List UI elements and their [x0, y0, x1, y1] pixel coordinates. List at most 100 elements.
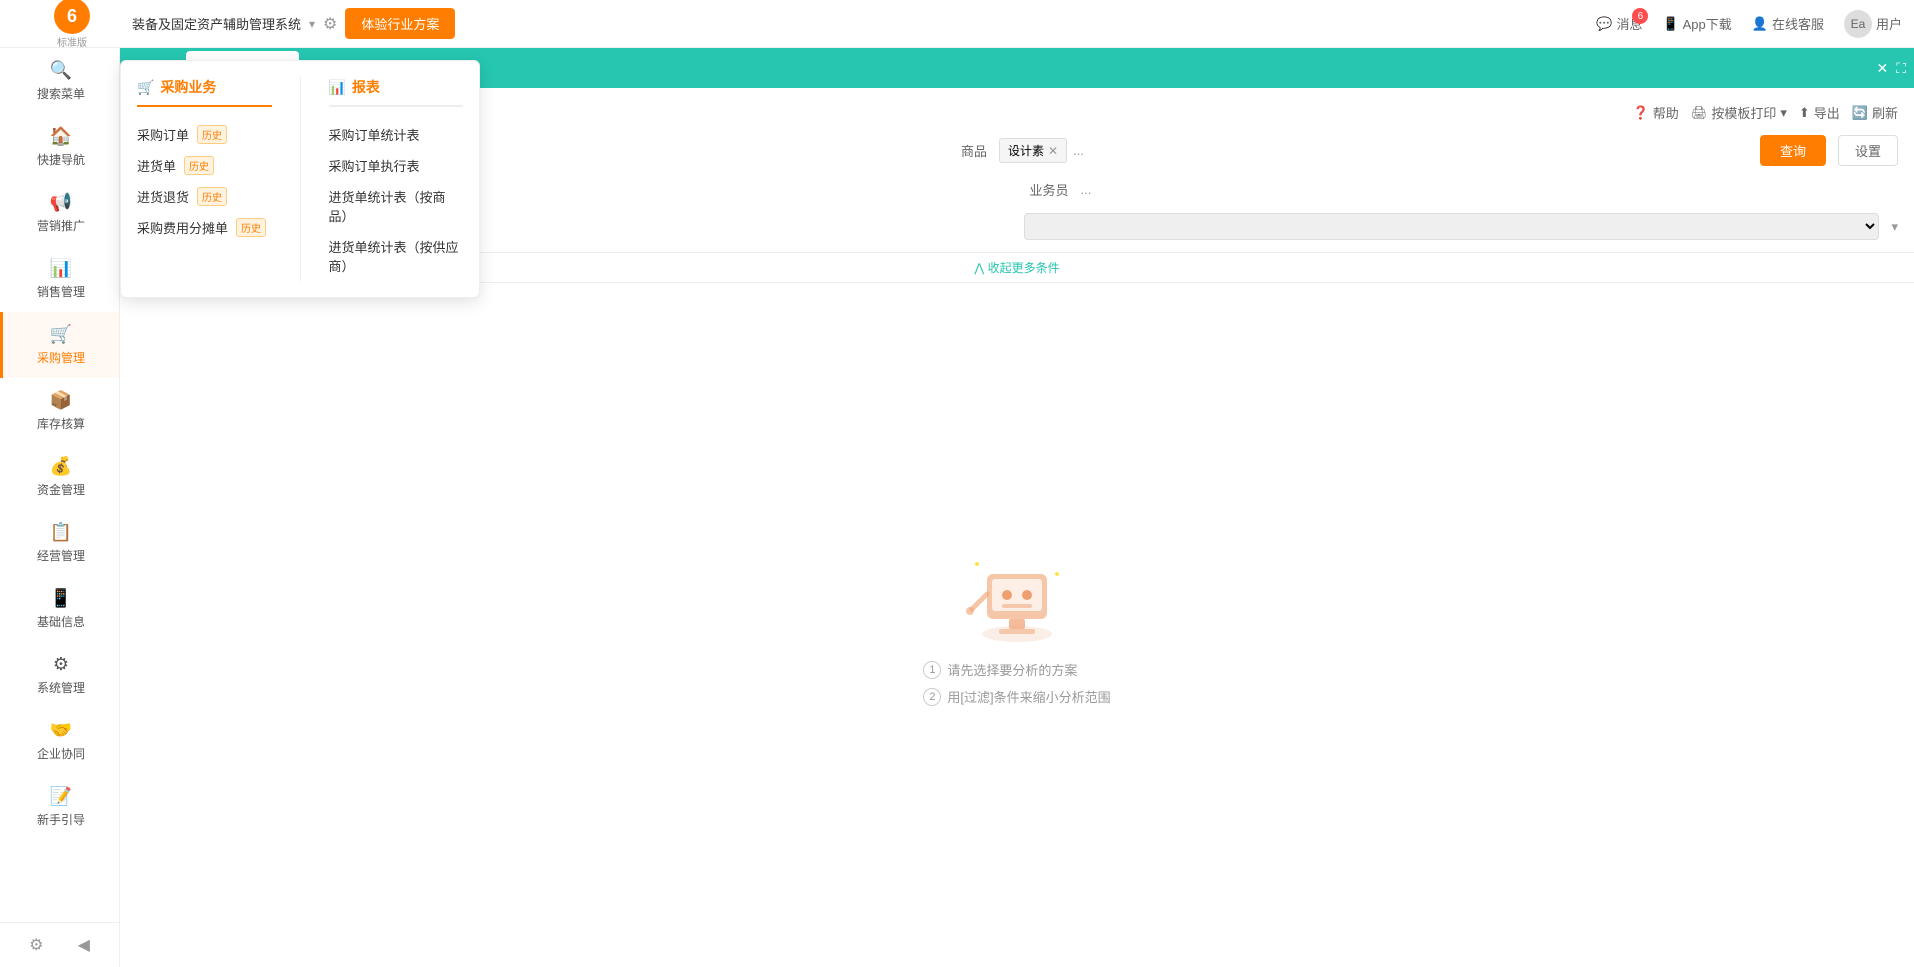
menu-item-return[interactable]: 进货退货 历史: [137, 181, 272, 212]
system-icon: ⚙: [53, 654, 69, 675]
help-button[interactable]: ❓ 帮助: [1633, 103, 1679, 122]
collapse-label: 收起更多条件: [988, 261, 1060, 275]
sidebar-item-operations[interactable]: 📋 经营管理: [0, 510, 119, 576]
sidebar-item-system[interactable]: ⚙ 系统管理: [0, 642, 119, 708]
user-button[interactable]: Ea 用户: [1844, 10, 1902, 38]
menu-item-expense[interactable]: 采购费用分摊单 历史: [137, 212, 272, 243]
operations-icon: 📋: [50, 522, 72, 543]
menu-item-report-2[interactable]: 进货单统计表（按商品）: [329, 181, 464, 231]
purchase-section-icon: 🛒: [137, 79, 154, 96]
menu-item-label: 进货单统计表（按供应商）: [329, 237, 464, 275]
logo-subtitle: 标准版: [57, 34, 87, 49]
salesperson-dots[interactable]: ...: [1081, 182, 1092, 197]
phone-icon: 📱: [1662, 16, 1678, 32]
salesperson-label: 业务员: [1030, 180, 1069, 199]
sidebar-item-label: 搜索菜单: [37, 85, 85, 102]
user-avatar: Ea: [1844, 10, 1872, 38]
help-icon: ❓: [1633, 105, 1649, 121]
purchase-section-title: 🛒 采购业务: [137, 77, 272, 107]
goods-label: 商品: [961, 141, 987, 160]
topbar-right: 💬 消息 6 📱 App下载 👤 在线客服 Ea 用户: [1596, 10, 1902, 38]
sidebar-item-label: 采购管理: [37, 349, 85, 366]
sidebar-item-marketing[interactable]: 📢 营销推广: [0, 180, 119, 246]
logo-icon: 6: [54, 0, 90, 34]
collapse-icon[interactable]: ◀: [78, 935, 90, 955]
menu-item-report-3[interactable]: 进货单统计表（按供应商）: [329, 231, 464, 281]
sidebar-item-label: 系统管理: [37, 679, 85, 696]
sidebar-item-label: 资金管理: [37, 481, 85, 498]
tab-window-close-icon[interactable]: ✕: [1876, 60, 1888, 77]
sidebar-item-guide[interactable]: 📝 新手引导: [0, 774, 119, 840]
sidebar-item-purchase[interactable]: 🛒 采购管理: [0, 312, 119, 378]
extra-dropdown-icon[interactable]: ▾: [1891, 219, 1898, 235]
menu-item-goods-receipt[interactable]: 进货单 历史: [137, 150, 272, 181]
goods-dots[interactable]: ...: [1073, 143, 1084, 158]
menu-item-report-0[interactable]: 采购订单统计表: [329, 119, 464, 150]
purchase-icon: 🛒: [50, 324, 72, 345]
topbar-settings-icon[interactable]: ⚙: [323, 14, 337, 34]
setting-button[interactable]: 设置: [1838, 135, 1898, 166]
menu-item-label: 采购订单: [137, 125, 189, 144]
tab-bar-right: ✕ ⛶: [1876, 60, 1906, 77]
menu-item-label: 进货单: [137, 156, 176, 175]
refresh-button[interactable]: 🔄 刷新: [1852, 103, 1898, 122]
sales-icon: 📊: [50, 258, 72, 279]
collapse-icon: ⋀: [974, 261, 984, 275]
history-badge-0: 历史: [197, 125, 227, 144]
empty-hint-1-label: 请先选择要分析的方案: [947, 660, 1077, 679]
sidebar-item-capital[interactable]: 💰 资金管理: [0, 444, 119, 510]
home-icon: 🏠: [50, 126, 72, 147]
refresh-icon: 🔄: [1852, 105, 1868, 121]
sidebar-item-enterprise[interactable]: 🤝 企业协同: [0, 708, 119, 774]
sidebar-item-search[interactable]: 🔍 搜索菜单: [0, 48, 119, 114]
online-service-button[interactable]: 👤 在线客服: [1752, 14, 1824, 33]
topbar: 6 标准版 装备及固定资产辅助管理系统 ▾ ⚙ 体验行业方案 💬 消息 6 📱 …: [0, 0, 1914, 48]
purchase-section: 🛒 采购业务 采购订单 历史 进货单 历史 进货退货 历史 采购费用分摊单 历史: [137, 77, 272, 281]
message-button[interactable]: 💬 消息 6: [1596, 14, 1642, 33]
print-dropdown-icon[interactable]: ▾: [1780, 105, 1787, 121]
toolbar-right: ❓ 帮助 🖨 按模板打印 ▾ ⬆ 导出 🔄 刷新: [1633, 103, 1898, 122]
guide-icon: 📝: [50, 786, 72, 807]
sidebar-item-label: 销售管理: [37, 283, 85, 300]
menu-item-label: 进货单统计表（按商品）: [329, 187, 464, 225]
system-dropdown-icon[interactable]: ▾: [309, 17, 315, 31]
menu-item-label: 采购订单执行表: [329, 156, 420, 175]
sidebar-item-label: 基础信息: [37, 613, 85, 630]
settings-bottom-icon[interactable]: ⚙: [29, 935, 43, 955]
app-download-label: App下载: [1683, 14, 1732, 33]
empty-text: 1 请先选择要分析的方案 2 用[过滤]条件来缩小分析范围: [923, 660, 1110, 706]
sidebar: 🔍 搜索菜单 🏠 快捷导航 📢 营销推广 📊 销售管理 🛒 采购管理 📦 库存核…: [0, 48, 120, 967]
empty-hint-2-label: 用[过滤]条件来缩小分析范围: [947, 687, 1110, 706]
report-section: 📊 报表 采购订单统计表 采购订单执行表 进货单统计表（按商品） 进货单统计表（…: [329, 77, 464, 281]
sidebar-item-label: 新手引导: [37, 811, 85, 828]
sidebar-item-inventory[interactable]: 📦 库存核算: [0, 378, 119, 444]
basic-icon: 📱: [50, 588, 72, 609]
export-button[interactable]: ⬆ 导出: [1799, 103, 1840, 122]
menu-item-report-1[interactable]: 采购订单执行表: [329, 150, 464, 181]
help-label: 帮助: [1653, 103, 1679, 122]
sidebar-item-quick[interactable]: 🏠 快捷导航: [0, 114, 119, 180]
history-badge-1: 历史: [184, 156, 214, 175]
sidebar-item-basic[interactable]: 📱 基础信息: [0, 576, 119, 642]
extra-select[interactable]: [1024, 213, 1880, 240]
message-icon: 💬: [1596, 16, 1612, 32]
query-button[interactable]: 查询: [1760, 135, 1826, 166]
sidebar-item-sales[interactable]: 📊 销售管理: [0, 246, 119, 312]
empty-hint-1: 1 请先选择要分析的方案: [923, 660, 1110, 679]
enterprise-icon: 🤝: [50, 720, 72, 741]
tab-expand-icon[interactable]: ⛶: [1896, 60, 1906, 77]
sidebar-item-label: 经营管理: [37, 547, 85, 564]
goods-tag-close[interactable]: ✕: [1048, 144, 1058, 158]
goods-tag: 设计素 ✕: [999, 138, 1067, 163]
print-button[interactable]: 🖨 按模板打印 ▾: [1691, 103, 1787, 122]
capital-icon: 💰: [50, 456, 72, 477]
inventory-icon: 📦: [50, 390, 72, 411]
empty-illustration: [957, 544, 1077, 644]
menu-item-purchase-order[interactable]: 采购订单 历史: [137, 119, 272, 150]
report-section-title: 📊 报表: [329, 77, 464, 107]
industry-btn[interactable]: 体验行业方案: [345, 8, 455, 39]
logo-area: 6 标准版: [12, 0, 132, 49]
report-section-label: 报表: [352, 77, 380, 97]
goods-tag-label: 设计素: [1008, 142, 1044, 159]
app-download-button[interactable]: 📱 App下载: [1662, 14, 1731, 33]
